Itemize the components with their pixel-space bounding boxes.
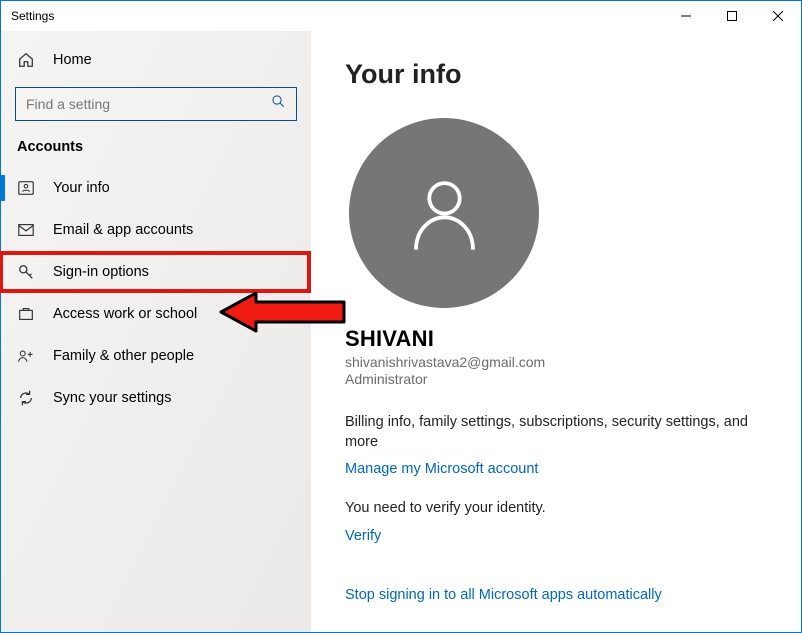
billing-text: Billing info, family settings, subscript… bbox=[345, 413, 777, 452]
user-role: Administrator bbox=[345, 371, 777, 387]
nav-your-info[interactable]: Your info bbox=[1, 167, 311, 209]
people-icon bbox=[17, 347, 35, 365]
avatar bbox=[349, 118, 539, 308]
window-controls bbox=[663, 1, 801, 31]
briefcase-icon bbox=[17, 305, 35, 323]
verify-link[interactable]: Verify bbox=[345, 528, 381, 544]
nav-sync-settings[interactable]: Sync your settings bbox=[1, 377, 311, 419]
manage-account-link[interactable]: Manage my Microsoft account bbox=[345, 461, 538, 477]
person-icon bbox=[397, 166, 492, 261]
nav-family-people[interactable]: Family & other people bbox=[1, 335, 311, 377]
maximize-button[interactable] bbox=[709, 1, 755, 31]
verify-prompt: You need to verify your identity. bbox=[345, 499, 777, 519]
person-badge-icon bbox=[17, 179, 35, 197]
nav-label: Sync your settings bbox=[53, 390, 171, 406]
home-nav[interactable]: Home bbox=[1, 41, 311, 79]
search-box[interactable] bbox=[15, 87, 297, 121]
search-input[interactable] bbox=[26, 96, 271, 112]
nav-label: Your info bbox=[53, 180, 110, 196]
main-content: Your info SHIVANI shivanishrivastava2@gm… bbox=[311, 31, 801, 632]
nav-label: Email & app accounts bbox=[53, 222, 193, 238]
minimize-button[interactable] bbox=[663, 1, 709, 31]
home-label: Home bbox=[53, 52, 92, 68]
nav-sign-in-options[interactable]: Sign-in options bbox=[0, 251, 311, 293]
nav-label: Family & other people bbox=[53, 348, 194, 364]
sync-icon bbox=[17, 389, 35, 407]
nav-label: Sign-in options bbox=[53, 264, 149, 280]
key-icon bbox=[17, 263, 35, 281]
window-title: Settings bbox=[11, 9, 54, 23]
home-icon bbox=[17, 51, 35, 69]
user-email: shivanishrivastava2@gmail.com bbox=[345, 354, 777, 370]
search-icon bbox=[271, 94, 286, 114]
stop-signin-link[interactable]: Stop signing in to all Microsoft apps au… bbox=[345, 587, 662, 603]
nav-email-accounts[interactable]: Email & app accounts bbox=[1, 209, 311, 251]
close-button[interactable] bbox=[755, 1, 801, 31]
page-title: Your info bbox=[345, 59, 777, 90]
mail-icon bbox=[17, 221, 35, 239]
section-header: Accounts bbox=[1, 137, 311, 167]
user-name: SHIVANI bbox=[345, 326, 777, 352]
sidebar: Home Accounts Your info Email & app acco… bbox=[1, 31, 311, 632]
titlebar: Settings bbox=[1, 1, 801, 31]
nav-access-work-school[interactable]: Access work or school bbox=[1, 293, 311, 335]
nav-label: Access work or school bbox=[53, 306, 197, 322]
